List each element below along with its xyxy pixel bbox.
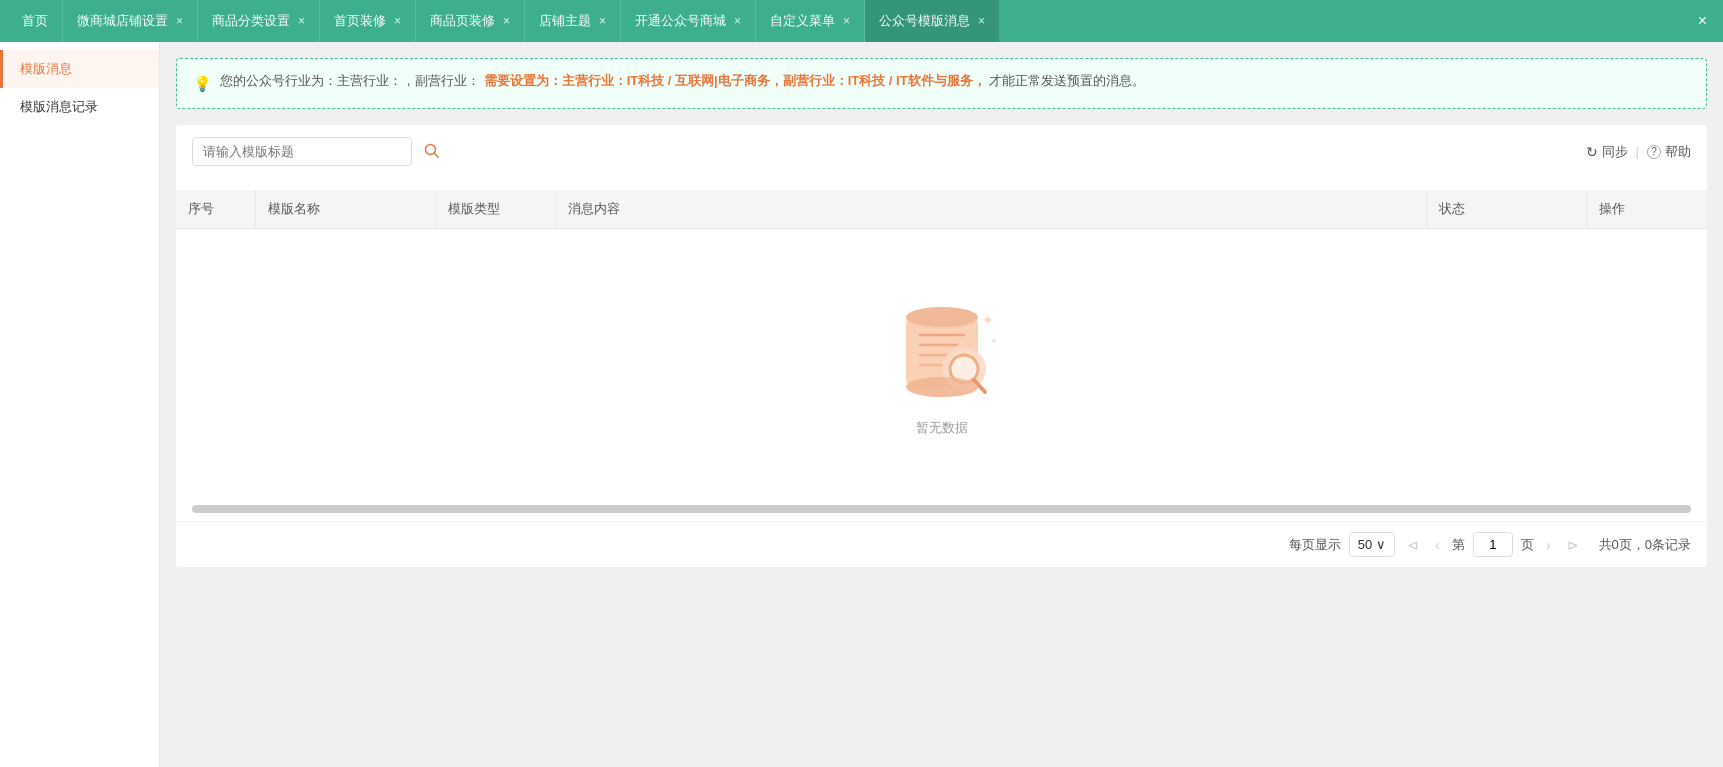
tab-close-wechat-shop[interactable]: × — [176, 15, 183, 27]
chevron-down-icon: ∨ — [1376, 537, 1386, 552]
svg-point-15 — [906, 377, 978, 397]
svg-text:✦: ✦ — [990, 336, 998, 346]
tab-product-decoration[interactable]: 商品页装修× — [416, 0, 525, 42]
search-bar: ↻ 同步 | ? 帮助 — [176, 125, 1707, 178]
col-status: 状态 — [1427, 190, 1587, 228]
first-page-button[interactable]: ⊲ — [1403, 535, 1423, 555]
pre-page-label: 第 — [1452, 536, 1465, 554]
col-seq: 序号 — [176, 190, 256, 228]
close-all-tabs-button[interactable]: × — [1690, 12, 1715, 30]
table-wrapper: ↻ 同步 | ? 帮助 序号 模版名称 模版类型 消息内容 状态 操作 — [176, 125, 1707, 567]
divider: | — [1636, 144, 1639, 159]
help-label: 帮助 — [1665, 143, 1691, 161]
pagination: 每页显示 50 ∨ ⊲ ‹ 第 页 › ⊳ 共0页，0条记录 — [176, 521, 1707, 567]
page-number-input[interactable] — [1473, 532, 1513, 557]
empty-text: 暂无数据 — [916, 419, 968, 437]
tab-close-product-decoration[interactable]: × — [503, 15, 510, 27]
col-action: 操作 — [1587, 190, 1707, 228]
col-type: 模版类型 — [436, 190, 556, 228]
notice-suffix: 才能正常发送预置的消息。 — [989, 73, 1145, 88]
svg-line-1 — [434, 153, 438, 157]
table-header: 序号 模版名称 模版类型 消息内容 状态 操作 — [176, 190, 1707, 229]
empty-illustration: ✦ ✦ — [882, 289, 1002, 419]
empty-state: ✦ ✦ 暂无数据 — [176, 229, 1707, 497]
notice-text: 您的公众号行业为：主营行业：，副营行业： 需要设置为：主营行业：IT科技 / 互… — [220, 71, 1690, 92]
prev-page-button[interactable]: ‹ — [1431, 535, 1444, 555]
svg-point-14 — [955, 360, 961, 366]
search-left — [192, 137, 443, 166]
tab-open-mall[interactable]: 开通公众号商城× — [621, 0, 756, 42]
main-layout: 模版消息模版消息记录 💡 您的公众号行业为：主营行业：，副营行业： 需要设置为：… — [0, 42, 1723, 767]
next-page-button[interactable]: › — [1542, 535, 1555, 555]
tab-close-product-category[interactable]: × — [298, 15, 305, 27]
total-label: 共0页，0条记录 — [1599, 536, 1691, 554]
sync-icon: ↻ — [1586, 144, 1598, 160]
tab-close-custom-menu[interactable]: × — [843, 15, 850, 27]
svg-text:✦: ✦ — [982, 312, 994, 328]
notice-highlight: 需要设置为：主营行业：IT科技 / 互联网|电子商务，副营行业：IT科技 / I… — [484, 73, 986, 88]
help-icon: ? — [1647, 145, 1661, 159]
per-page-label: 每页显示 — [1289, 536, 1341, 554]
tab-template-msg[interactable]: 公众号模版消息× — [865, 0, 1000, 42]
tab-close-open-mall[interactable]: × — [734, 15, 741, 27]
tab-close-template-msg[interactable]: × — [978, 15, 985, 27]
page-suffix-label: 页 — [1521, 536, 1534, 554]
tab-custom-menu[interactable]: 自定义菜单× — [756, 0, 865, 42]
col-name: 模版名称 — [256, 190, 436, 228]
notice-banner: 💡 您的公众号行业为：主营行业：，副营行业： 需要设置为：主营行业：IT科技 /… — [176, 58, 1707, 109]
fake-scrollbar[interactable] — [192, 505, 1691, 513]
tab-home-decoration[interactable]: 首页装修× — [320, 0, 416, 42]
tab-home[interactable]: 首页 — [8, 0, 63, 42]
svg-point-5 — [906, 307, 978, 327]
notice-icon: 💡 — [193, 72, 212, 96]
tab-shop-theme[interactable]: 店铺主题× — [525, 0, 621, 42]
last-page-button[interactable]: ⊳ — [1563, 535, 1583, 555]
per-page-value: 50 — [1358, 537, 1372, 552]
notice-prefix: 您的公众号行业为：主营行业：，副营行业： — [220, 73, 480, 88]
tab-bar: 首页微商城店铺设置×商品分类设置×首页装修×商品页装修×店铺主题×开通公众号商城… — [0, 0, 1723, 42]
help-button[interactable]: ? 帮助 — [1647, 143, 1691, 161]
sync-button[interactable]: ↻ 同步 — [1586, 143, 1628, 161]
sidebar-item-template-record[interactable]: 模版消息记录 — [0, 88, 159, 126]
col-content: 消息内容 — [556, 190, 1427, 228]
scroll-bar-area — [176, 497, 1707, 521]
search-button[interactable] — [420, 139, 443, 165]
tab-close-home-decoration[interactable]: × — [394, 15, 401, 27]
sidebar: 模版消息模版消息记录 — [0, 42, 160, 767]
search-right: ↻ 同步 | ? 帮助 — [1586, 143, 1691, 161]
content-area: 💡 您的公众号行业为：主营行业：，副营行业： 需要设置为：主营行业：IT科技 /… — [160, 42, 1723, 767]
tab-product-category[interactable]: 商品分类设置× — [198, 0, 320, 42]
search-input[interactable] — [192, 137, 412, 166]
tab-close-shop-theme[interactable]: × — [599, 15, 606, 27]
per-page-select[interactable]: 50 ∨ — [1349, 532, 1395, 557]
sidebar-item-template-msg[interactable]: 模版消息 — [0, 50, 159, 88]
tab-wechat-shop[interactable]: 微商城店铺设置× — [63, 0, 198, 42]
sync-label: 同步 — [1602, 143, 1628, 161]
